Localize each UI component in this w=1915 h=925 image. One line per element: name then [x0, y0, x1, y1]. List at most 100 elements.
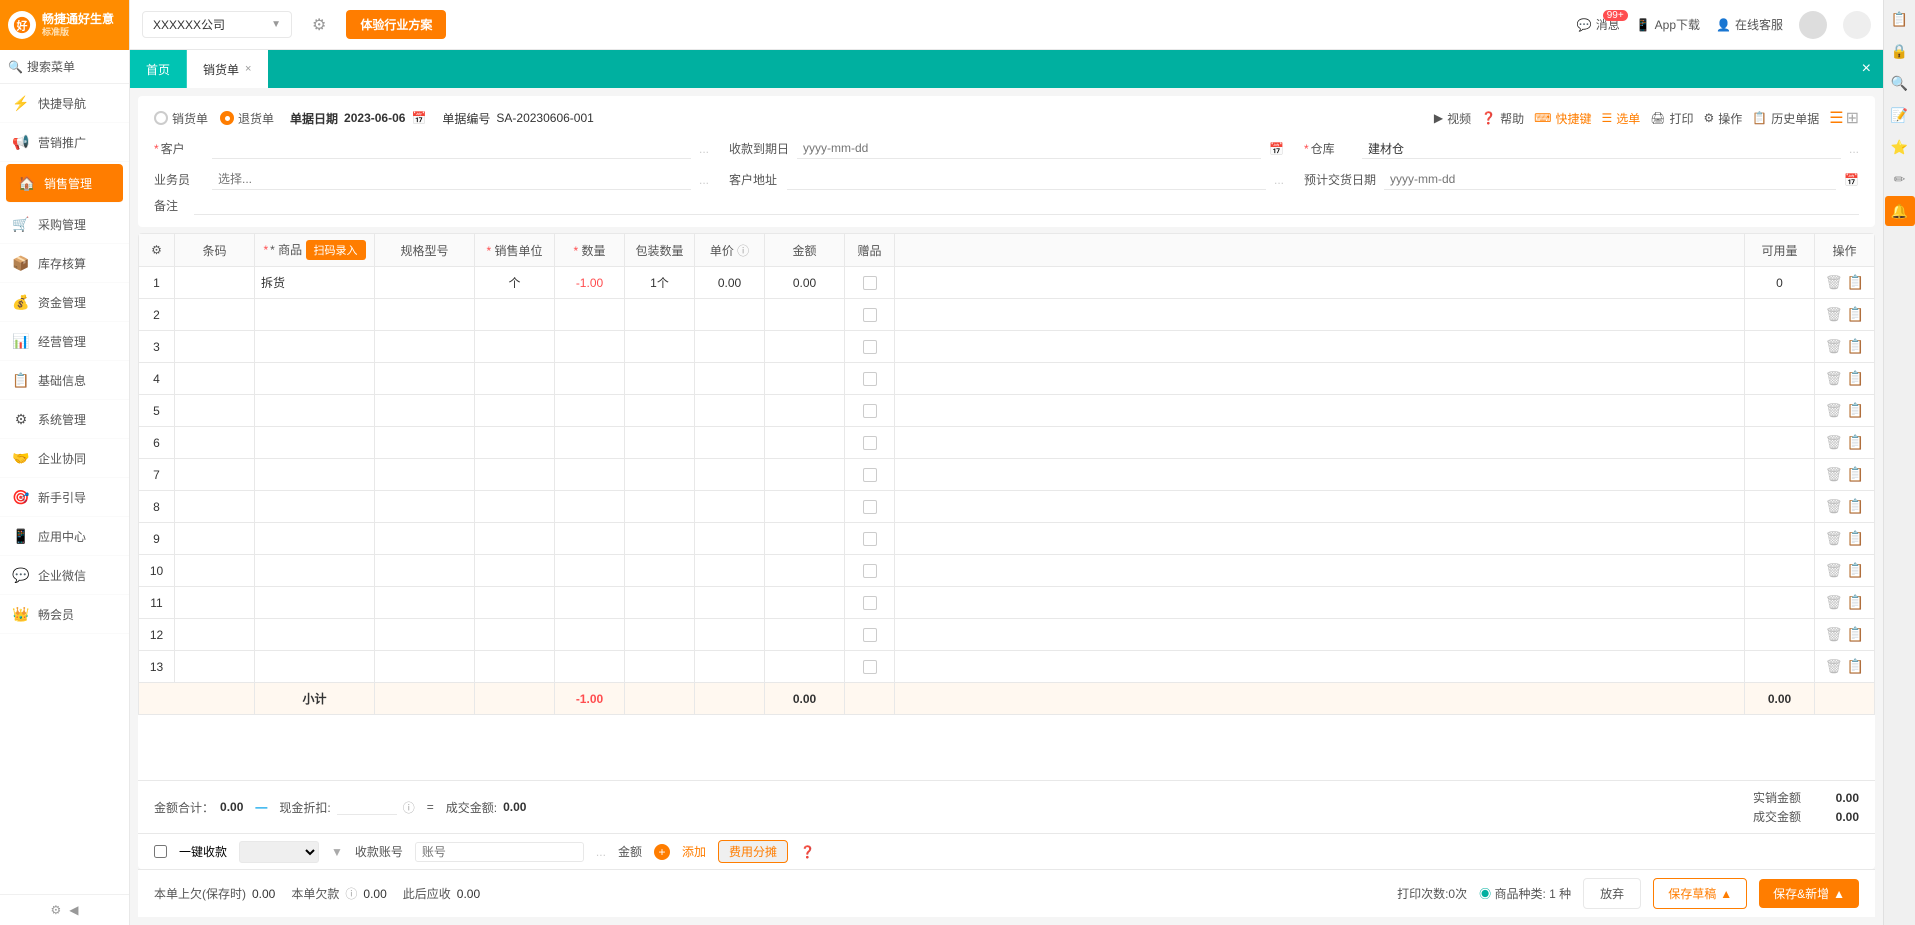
delete-row-10-btn[interactable]: 🗑: [1825, 562, 1843, 579]
rs-icon-5[interactable]: ⭐: [1885, 132, 1915, 162]
delete-row-13-btn[interactable]: 🗑: [1825, 658, 1843, 675]
rs-icon-4[interactable]: 📝: [1885, 100, 1915, 130]
gift-checkbox-11[interactable]: [863, 596, 877, 610]
grid-view-btn[interactable]: ⊞: [1846, 108, 1859, 128]
radio-return[interactable]: 退货单: [220, 110, 274, 127]
tab-sales-order[interactable]: 销货单 ×: [187, 50, 268, 88]
sidebar-collapse-btn[interactable]: ◀: [69, 903, 78, 917]
copy-row-4-btn[interactable]: 📋: [1847, 370, 1864, 387]
col-header-settings[interactable]: ⚙: [139, 234, 175, 267]
copy-row-11-btn[interactable]: 📋: [1847, 594, 1864, 611]
address-more-btn[interactable]: ...: [1274, 173, 1284, 187]
copy-row-13-btn[interactable]: 📋: [1847, 658, 1864, 675]
video-btn[interactable]: ▶ 视频: [1434, 110, 1471, 127]
sidebar-item-sales[interactable]: 🏠 销售管理: [6, 164, 123, 203]
due-date-calendar-icon[interactable]: 📅: [1269, 142, 1284, 156]
gift-checkbox-6[interactable]: [863, 436, 877, 450]
delete-row-12-btn[interactable]: 🗑: [1825, 626, 1843, 643]
delete-row-7-btn[interactable]: 🗑: [1825, 466, 1843, 483]
sidebar-item-system[interactable]: ⚙ 系统管理: [0, 400, 129, 439]
sidebar-item-purchase[interactable]: 🛒 采购管理: [0, 205, 129, 244]
customer-input[interactable]: [212, 138, 691, 159]
copy-row-8-btn[interactable]: 📋: [1847, 498, 1864, 515]
rs-icon-1[interactable]: 📋: [1885, 4, 1915, 34]
radio-sale[interactable]: 销货单: [154, 110, 208, 127]
copy-row-3-btn[interactable]: 📋: [1847, 338, 1864, 355]
sidebar-settings-btn[interactable]: ⚙: [51, 903, 62, 917]
due-date-input[interactable]: [797, 138, 1261, 159]
settings-gear-btn[interactable]: ⚙: [304, 11, 334, 39]
gift-checkbox-7[interactable]: [863, 468, 877, 482]
copy-row-7-btn[interactable]: 📋: [1847, 466, 1864, 483]
one-click-payment-checkbox[interactable]: [154, 845, 167, 858]
warehouse-more-btn[interactable]: ...: [1849, 142, 1859, 156]
sidebar-item-inventory[interactable]: 📦 库存核算: [0, 244, 129, 283]
salesperson-input[interactable]: [212, 169, 691, 190]
trial-btn[interactable]: 体验行业方案: [346, 10, 446, 39]
gift-checkbox-3[interactable]: [863, 340, 877, 354]
customer-more-btn[interactable]: ...: [699, 142, 709, 156]
note-input[interactable]: [194, 196, 1859, 215]
tab-close-icon[interactable]: ×: [245, 63, 251, 75]
fee-split-btn[interactable]: 费用分摊: [718, 840, 788, 863]
list-view-btn[interactable]: ☰: [1829, 108, 1843, 128]
avatar[interactable]: [1799, 11, 1827, 39]
discard-btn[interactable]: 放弃: [1583, 878, 1641, 909]
gift-checkbox-4[interactable]: [863, 372, 877, 386]
tab-home[interactable]: 首页: [130, 50, 187, 88]
copy-row-9-btn[interactable]: 📋: [1847, 530, 1864, 547]
sidebar-item-member[interactable]: 👑 畅会员: [0, 595, 129, 634]
copy-row-2-btn[interactable]: 📋: [1847, 306, 1864, 323]
gift-checkbox-9[interactable]: [863, 532, 877, 546]
account-more-btn[interactable]: ...: [596, 845, 606, 859]
operate-btn[interactable]: ⚙ 操作: [1704, 110, 1743, 127]
delete-row-8-btn[interactable]: 🗑: [1825, 498, 1843, 515]
sidebar-item-apps[interactable]: 📱 应用中心: [0, 517, 129, 556]
copy-row-1-btn[interactable]: 📋: [1847, 274, 1864, 291]
gift-checkbox-13[interactable]: [863, 660, 877, 674]
gift-checkbox-2[interactable]: [863, 308, 877, 322]
select-order-btn[interactable]: ☰ 选单: [1601, 110, 1640, 127]
rs-icon-7[interactable]: 🔔: [1885, 196, 1915, 226]
save-draft-btn[interactable]: 保存草稿 ▲: [1653, 878, 1747, 909]
expected-date-input[interactable]: [1384, 169, 1836, 190]
sidebar-search[interactable]: 🔍 搜索菜单: [0, 50, 129, 84]
shortcut-btn[interactable]: ⌨ 快捷键: [1534, 110, 1591, 127]
history-btn[interactable]: 📋 历史单据: [1752, 110, 1819, 127]
sidebar-item-guide[interactable]: 🎯 新手引导: [0, 478, 129, 517]
print-btn[interactable]: 🖨 打印: [1650, 110, 1693, 127]
delete-row-2-btn[interactable]: 🗑: [1825, 306, 1843, 323]
delete-row-3-btn[interactable]: 🗑: [1825, 338, 1843, 355]
gift-checkbox-10[interactable]: [863, 564, 877, 578]
gift-checkbox-1[interactable]: [863, 276, 877, 290]
copy-row-5-btn[interactable]: 📋: [1847, 402, 1864, 419]
settle-method-select[interactable]: [239, 841, 319, 863]
tab-area-close-btn[interactable]: ×: [1862, 60, 1871, 78]
sidebar-item-basic[interactable]: 📋 基础信息: [0, 361, 129, 400]
message-btn[interactable]: 💬 消息 99+: [1577, 16, 1620, 33]
delete-row-4-btn[interactable]: 🗑: [1825, 370, 1843, 387]
customer-address-input[interactable]: [787, 169, 1266, 190]
save-new-btn[interactable]: 保存&新增 ▲: [1759, 879, 1859, 908]
add-payment-btn[interactable]: +: [654, 844, 670, 860]
gift-checkbox-8[interactable]: [863, 500, 877, 514]
delete-row-1-btn[interactable]: 🗑: [1825, 274, 1843, 291]
account-input[interactable]: [415, 842, 584, 862]
copy-row-10-btn[interactable]: 📋: [1847, 562, 1864, 579]
app-download-btn[interactable]: 📱 App下载: [1636, 16, 1700, 33]
delete-row-11-btn[interactable]: 🗑: [1825, 594, 1843, 611]
calendar-icon[interactable]: 📅: [411, 111, 426, 125]
warehouse-input[interactable]: [1362, 138, 1841, 159]
sidebar-item-operations[interactable]: 📊 经营管理: [0, 322, 129, 361]
sidebar-item-shortcuts[interactable]: ⚡ 快捷导航: [0, 84, 129, 123]
copy-row-6-btn[interactable]: 📋: [1847, 434, 1864, 451]
delete-row-5-btn[interactable]: 🗑: [1825, 402, 1843, 419]
sidebar-item-enterprise[interactable]: 🤝 企业协同: [0, 439, 129, 478]
gift-checkbox-5[interactable]: [863, 404, 877, 418]
delete-row-6-btn[interactable]: 🗑: [1825, 434, 1843, 451]
avatar-2[interactable]: [1843, 11, 1871, 39]
discount-input[interactable]: [337, 800, 397, 815]
rs-icon-6[interactable]: ✏: [1885, 164, 1915, 194]
expected-date-calendar-icon[interactable]: 📅: [1844, 173, 1859, 187]
rs-icon-2[interactable]: 🔒: [1885, 36, 1915, 66]
